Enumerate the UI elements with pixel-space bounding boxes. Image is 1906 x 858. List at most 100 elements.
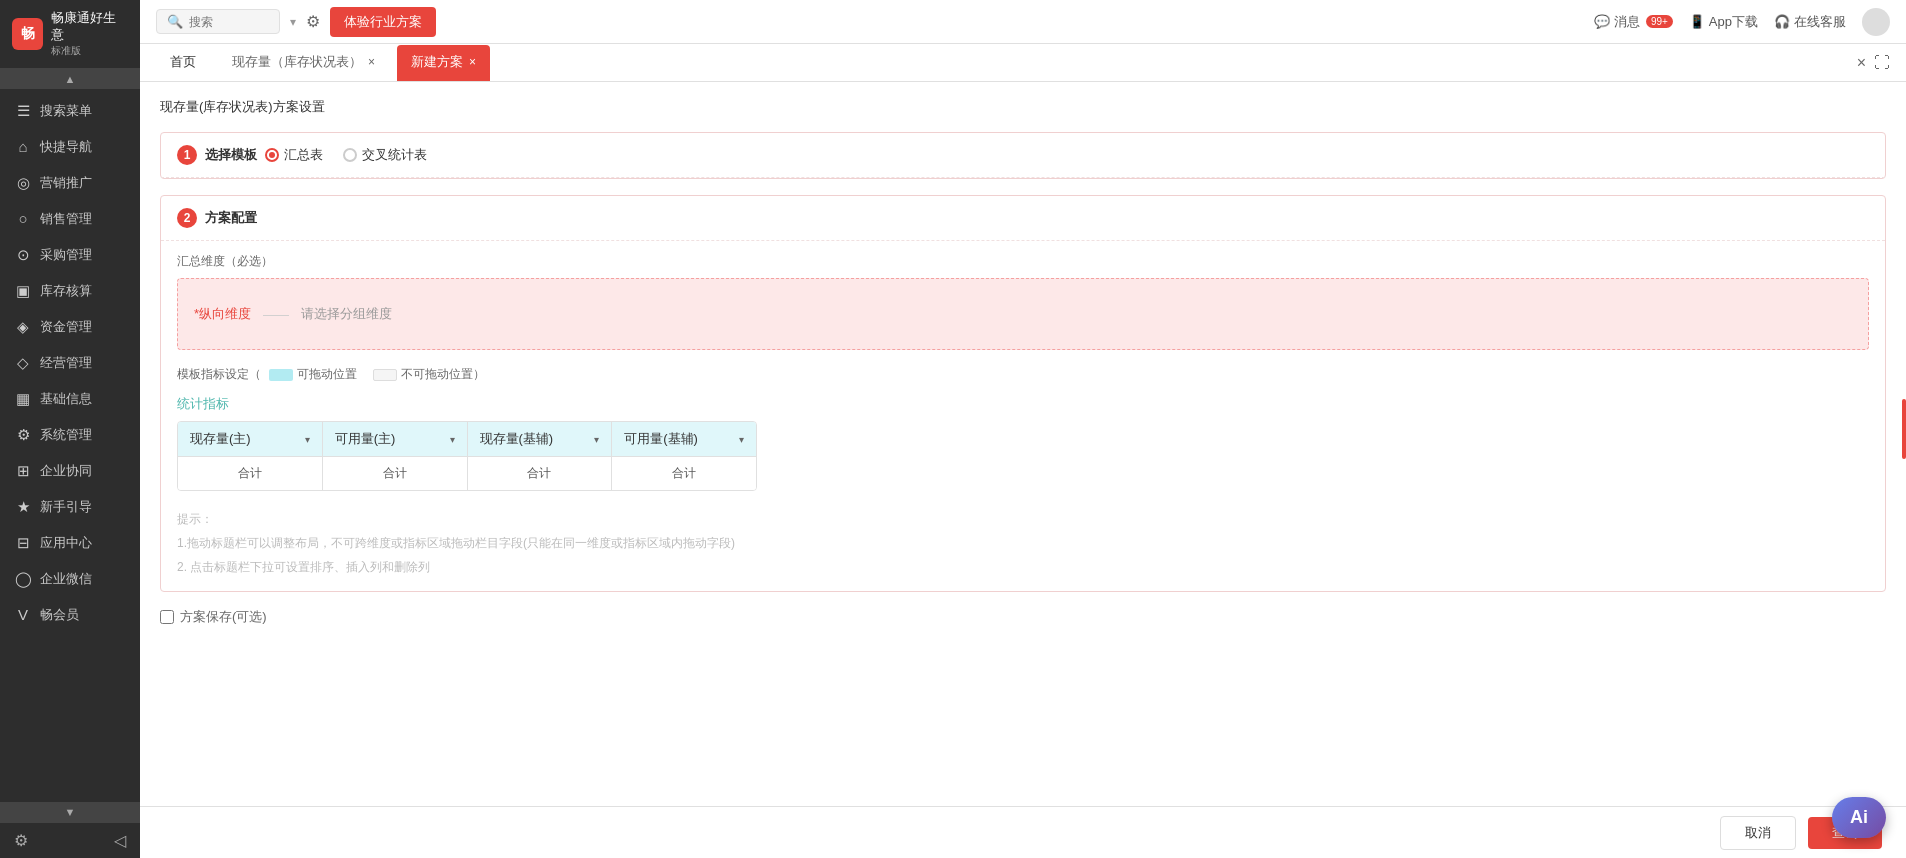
col2-chevron[interactable]: ▾	[594, 434, 599, 445]
sidebar: 畅 畅康通好生意 标准版 ▲ ☰ 搜索菜单 ⌂ 快捷导航 ◎ 营销推广 ○ 销售…	[0, 0, 140, 858]
sidebar-item-finance[interactable]: ◈ 资金管理	[0, 309, 140, 345]
section2-body: 汇总维度（必选） *纵向维度 —— 请选择分组维度 模板指标设定（ 可拖动位置	[161, 241, 1885, 591]
save-label: 方案保存(可选)	[180, 608, 267, 626]
sidebar-scroll-up[interactable]: ▲	[0, 69, 140, 89]
tab-new-plan[interactable]: 新建方案 ×	[397, 45, 490, 81]
audio-icon[interactable]: ◁	[114, 831, 126, 850]
col1-label: 可用量(主)	[335, 430, 396, 448]
radio-summary-circle	[265, 148, 279, 162]
sidebar-item-label: 新手引导	[40, 498, 92, 516]
draggable-label: 可拖动位置	[297, 366, 357, 383]
app-download-label: App下载	[1709, 13, 1758, 31]
dimension-placeholder: 请选择分组维度	[301, 305, 392, 323]
sidebar-item-basic[interactable]: ▦ 基础信息	[0, 381, 140, 417]
sidebar-item-inventory[interactable]: ▣ 库存核算	[0, 273, 140, 309]
industry-btn[interactable]: 体验行业方案	[330, 7, 436, 37]
sidebar-item-member[interactable]: V 畅会员	[0, 597, 140, 633]
cancel-button[interactable]: 取消	[1720, 816, 1796, 850]
sidebar-item-system[interactable]: ⚙ 系统管理	[0, 417, 140, 453]
finance-icon: ◈	[14, 318, 32, 336]
stats-section: 统计指标 现存量(主) ▾ 可用量(主) ▾	[177, 395, 1869, 491]
tab-minimize-btn[interactable]: ×	[1857, 54, 1866, 72]
sidebar-item-label: 营销推广	[40, 174, 92, 192]
tabs-bar: 首页 现存量（库存状况表） × 新建方案 × × ⛶	[140, 44, 1906, 82]
col0-label: 现存量(主)	[190, 430, 251, 448]
ai-label: Ai	[1850, 807, 1868, 828]
indicator-legend: 可拖动位置 不可拖动位置）	[269, 366, 485, 383]
stats-cell-3: 合计	[612, 457, 756, 490]
sidebar-item-management[interactable]: ◇ 经营管理	[0, 345, 140, 381]
newbie-icon: ★	[14, 498, 32, 516]
indicator-label: 模板指标设定（ 可拖动位置 不可拖动位置）	[177, 366, 1869, 383]
sidebar-item-marketing[interactable]: ◎ 营销推广	[0, 165, 140, 201]
content-area: 现存量(库存状况表)方案设置 1 选择模板 汇总表 交叉统计表	[140, 82, 1906, 806]
tips-title: 提示：	[177, 512, 213, 526]
main-area: 🔍 ▾ ⚙ 体验行业方案 💬 消息 99+ 📱 App下载 🎧 在线客服	[140, 0, 1906, 858]
topbar-search-box[interactable]: 🔍	[156, 9, 280, 34]
tab-home-label: 首页	[170, 53, 196, 71]
sidebar-item-label: 销售管理	[40, 210, 92, 228]
section-step1: 1 选择模板 汇总表 交叉统计表	[160, 132, 1886, 179]
tab-home[interactable]: 首页	[156, 45, 210, 81]
topbar-chevron-icon[interactable]: ▾	[290, 15, 296, 29]
app-version: 标准版	[51, 44, 128, 58]
sidebar-scroll-down[interactable]: ▼	[0, 802, 140, 822]
col0-chevron[interactable]: ▾	[305, 434, 310, 445]
stats-cell-2: 合计	[468, 457, 613, 490]
sidebar-item-sales[interactable]: ○ 销售管理	[0, 201, 140, 237]
sidebar-item-purchase[interactable]: ⊙ 采购管理	[0, 237, 140, 273]
col1-chevron[interactable]: ▾	[450, 434, 455, 445]
search-input[interactable]	[189, 15, 269, 29]
template-options: 汇总表 交叉统计表	[265, 146, 427, 164]
tip-1: 1.拖动标题栏可以调整布局，不可跨维度或指标区域拖动栏目字段(只能在同一维度或指…	[177, 536, 735, 550]
sidebar-item-label: 快捷导航	[40, 138, 92, 156]
stats-col-1[interactable]: 可用量(主) ▾	[323, 422, 468, 456]
legend-nodrag: 不可拖动位置）	[373, 366, 485, 383]
topbar-right: 💬 消息 99+ 📱 App下载 🎧 在线客服	[1594, 8, 1890, 36]
section1-header: 1 选择模板 汇总表 交叉统计表	[161, 133, 1885, 178]
stats-col-0[interactable]: 现存量(主) ▾	[178, 422, 323, 456]
sales-icon: ○	[14, 210, 32, 227]
legend-draggable: 可拖动位置	[269, 366, 357, 383]
tab-inventory-status[interactable]: 现存量（库存状况表） ×	[218, 45, 389, 81]
radio-summary-label: 汇总表	[284, 146, 323, 164]
topbar-gear-icon[interactable]: ⚙	[306, 12, 320, 31]
online-service-item[interactable]: 🎧 在线客服	[1774, 13, 1846, 31]
sidebar-item-label: 应用中心	[40, 534, 92, 552]
radio-cross[interactable]: 交叉统计表	[343, 146, 427, 164]
sidebar-item-search-menu[interactable]: ☰ 搜索菜单	[0, 93, 140, 129]
sidebar-nav: ☰ 搜索菜单 ⌂ 快捷导航 ◎ 营销推广 ○ 销售管理 ⊙ 采购管理 ▣ 库存核…	[0, 89, 140, 802]
tips-section: 提示： 1.拖动标题栏可以调整布局，不可跨维度或指标区域拖动栏目字段(只能在同一…	[177, 507, 1869, 579]
sidebar-item-wechat[interactable]: ◯ 企业微信	[0, 561, 140, 597]
tab-new-plan-close[interactable]: ×	[469, 55, 476, 69]
stats-cell-1: 合计	[323, 457, 468, 490]
stats-col-2[interactable]: 现存量(基辅) ▾	[468, 422, 613, 456]
tab-maximize-btn[interactable]: ⛶	[1874, 54, 1890, 72]
app-download-item[interactable]: 📱 App下载	[1689, 13, 1758, 31]
stats-col-3[interactable]: 可用量(基辅) ▾	[612, 422, 756, 456]
sidebar-item-newbie[interactable]: ★ 新手引导	[0, 489, 140, 525]
step1-title: 选择模板	[205, 146, 257, 164]
sidebar-item-label: 基础信息	[40, 390, 92, 408]
sidebar-item-apps[interactable]: ⊟ 应用中心	[0, 525, 140, 561]
dimension-required: *纵向维度	[194, 305, 251, 323]
sidebar-item-label: 搜索菜单	[40, 102, 92, 120]
radio-cross-label: 交叉统计表	[362, 146, 427, 164]
radio-summary[interactable]: 汇总表	[265, 146, 323, 164]
message-item[interactable]: 💬 消息 99+	[1594, 13, 1673, 31]
user-avatar[interactable]	[1862, 8, 1890, 36]
dimension-area[interactable]: *纵向维度 —— 请选择分组维度	[177, 278, 1869, 350]
sidebar-item-corp[interactable]: ⊞ 企业协同	[0, 453, 140, 489]
tab-inventory-close[interactable]: ×	[368, 55, 375, 69]
sidebar-item-label: 库存核算	[40, 282, 92, 300]
system-icon: ⚙	[14, 426, 32, 444]
app-logo-icon: 畅	[12, 18, 43, 50]
settings-icon[interactable]: ⚙	[14, 831, 28, 850]
sidebar-item-quick-nav[interactable]: ⌂ 快捷导航	[0, 129, 140, 165]
ai-float-button[interactable]: Ai	[1832, 797, 1886, 838]
save-checkbox[interactable]	[160, 610, 174, 624]
section2-header: 2 方案配置	[161, 196, 1885, 241]
phone-icon: 📱	[1689, 14, 1705, 29]
purchase-icon: ⊙	[14, 246, 32, 264]
col3-chevron[interactable]: ▾	[739, 434, 744, 445]
